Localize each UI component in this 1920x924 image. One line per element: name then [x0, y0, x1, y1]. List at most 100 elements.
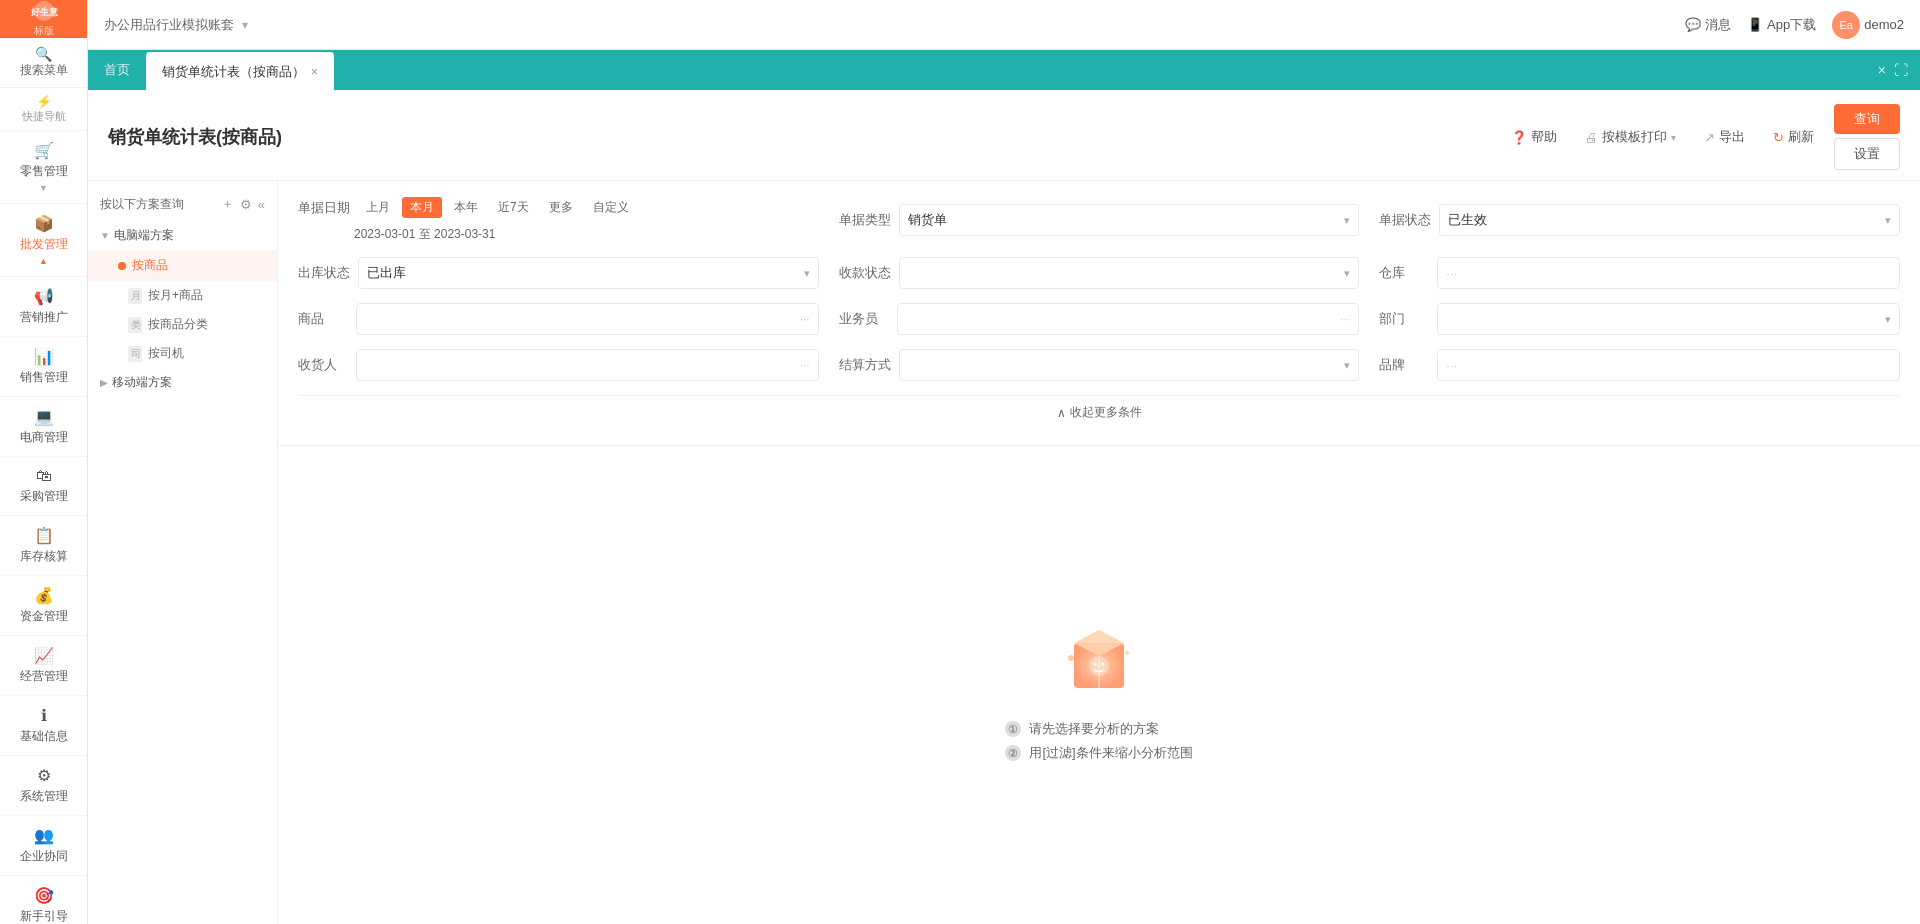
order-status-control[interactable]: 已生效 ▾ [1439, 204, 1900, 236]
svg-point-6 [1094, 663, 1097, 666]
goods-label: 商品 [298, 310, 348, 328]
retail-icon: 🛒 [34, 141, 54, 160]
sidebar-item-base[interactable]: ℹ 基础信息 [0, 696, 87, 756]
base-icon: ℹ [41, 706, 47, 725]
settings-btn[interactable]: 设置 [1834, 138, 1900, 170]
tab-report[interactable]: 销货单统计表（按商品） × [146, 52, 334, 92]
sidebar: 好生意 标版 🔍 搜索菜单 ⚡ 快捷导航 🛒 零售管理 ▼ 📦 批发管理 ▲ 📢… [0, 0, 88, 924]
purchase-label: 采购管理 [20, 488, 68, 505]
sidebar-item-inventory[interactable]: 📋 库存核算 [0, 516, 87, 576]
payment-field: 结算方式 ▾ [839, 349, 1360, 381]
salesman-control[interactable]: ··· [897, 303, 1360, 335]
tab-close-icon[interactable]: × [311, 65, 318, 79]
date-field: 单据日期 上月 本月 本年 近7天 更多 自定义 2023 [298, 197, 819, 243]
export-btn[interactable]: ↗ 导出 [1696, 124, 1753, 150]
query-btn[interactable]: 查询 [1834, 104, 1900, 134]
sidebar-item-collab[interactable]: 👥 企业协同 [0, 816, 87, 876]
page-body: 销货单统计表(按商品) ❓ 帮助 🖨 按模板打印 ▾ ↗ 导出 ↻ 刷新 [88, 90, 1920, 924]
out-status-control[interactable]: 已出库 ▾ [358, 257, 819, 289]
quick-nav[interactable]: ⚡ 快捷导航 [0, 88, 87, 131]
sub-category-icon: 类 [128, 317, 142, 333]
receiver-more-icon[interactable]: ··· [800, 358, 810, 372]
order-status-field: 单据状态 已生效 ▾ [1379, 204, 1900, 236]
tab-home[interactable]: 首页 [88, 50, 146, 90]
brand-subtitle: 标版 [34, 24, 54, 38]
scheme-item-goods-label: 按商品 [132, 257, 168, 274]
date-label: 单据日期 [298, 199, 350, 217]
scheme-panel-title: 按以下方案查询 [100, 196, 184, 213]
receiver-control[interactable]: ··· [356, 349, 819, 381]
collapse-bar[interactable]: ∧ 收起更多条件 [298, 395, 1900, 429]
export-icon: ↗ [1704, 130, 1715, 145]
scheme-sub-driver[interactable]: 司 按司机 [88, 339, 277, 368]
mobile-group-header[interactable]: ▶ 移动端方案 [88, 368, 277, 397]
warehouse-control[interactable]: ··· [1437, 257, 1900, 289]
payment-control[interactable]: ▾ [899, 349, 1360, 381]
filter-row-3: 商品 ··· 业务员 ··· [298, 303, 1900, 335]
scheme-item-goods[interactable]: 按商品 [88, 250, 277, 281]
help-btn[interactable]: ❓ 帮助 [1503, 124, 1565, 150]
user-menu[interactable]: Ea demo2 [1832, 11, 1904, 39]
sidebar-item-operation[interactable]: 📈 经营管理 [0, 636, 87, 696]
order-type-control[interactable]: 销货单 ▾ [899, 204, 1360, 236]
tab-minimize-icon[interactable]: × [1878, 62, 1886, 78]
sidebar-item-guide[interactable]: 🎯 新手引导 [0, 876, 87, 924]
date-tab-custom[interactable]: 自定义 [585, 197, 637, 218]
sidebar-item-ecommerce[interactable]: 💻 电商管理 [0, 397, 87, 457]
sidebar-item-retail[interactable]: 🛒 零售管理 ▼ [0, 131, 87, 204]
app-title: 办公用品行业模拟账套 [104, 16, 234, 34]
retail-expand-icon: ▼ [39, 183, 48, 193]
dept-control[interactable]: ▾ [1437, 303, 1900, 335]
sidebar-item-purchase[interactable]: 🛍 采购管理 [0, 457, 87, 516]
date-tab-7days[interactable]: 近7天 [490, 197, 537, 218]
collect-status-control[interactable]: ▾ [899, 257, 1360, 289]
sidebar-item-marketing[interactable]: 📢 营销推广 [0, 277, 87, 337]
scheme-sub-category[interactable]: 类 按商品分类 [88, 310, 277, 339]
order-status-label: 单据状态 [1379, 211, 1431, 229]
tab-bar: 首页 销货单统计表（按商品） × × ⛶ [88, 50, 1920, 90]
receiver-field: 收货人 ··· [298, 349, 819, 381]
help-icon: ❓ [1511, 130, 1527, 145]
pc-group-header[interactable]: ▼ 电脑端方案 [88, 221, 277, 250]
config-scheme-icon[interactable]: ⚙ [240, 197, 252, 212]
sidebar-item-system[interactable]: ⚙ 系统管理 [0, 756, 87, 816]
message-btn[interactable]: 💬 消息 [1685, 16, 1731, 34]
salesman-more-icon[interactable]: ··· [1340, 312, 1350, 326]
filter-row-4: 收货人 ··· 结算方式 ▾ [298, 349, 1900, 381]
operation-icon: 📈 [34, 646, 54, 665]
goods-control[interactable]: ··· [356, 303, 819, 335]
sidebar-item-sales[interactable]: 📊 销售管理 [0, 337, 87, 397]
dept-field: 部门 ▾ [1379, 303, 1900, 335]
refresh-btn[interactable]: ↻ 刷新 [1765, 124, 1822, 150]
sidebar-item-wholesale[interactable]: 📦 批发管理 ▲ [0, 204, 87, 277]
goods-more-icon[interactable]: ··· [800, 312, 810, 326]
search-menu[interactable]: 🔍 搜索菜单 [0, 38, 87, 88]
svg-point-7 [1102, 663, 1105, 666]
payment-dropdown-icon: ▾ [1344, 359, 1350, 372]
refresh-label: 刷新 [1788, 128, 1814, 146]
order-status-value: 已生效 [1448, 211, 1881, 229]
brand-control[interactable]: ··· [1437, 349, 1900, 381]
wholesale-expand-icon: ▲ [39, 256, 48, 266]
tip1-num: ① [1005, 721, 1021, 737]
collapse-scheme-icon[interactable]: « [258, 197, 265, 212]
scheme-sub-month-goods[interactable]: 月 按月+商品 [88, 281, 277, 310]
mobile-group-label: 移动端方案 [112, 374, 172, 391]
add-scheme-icon[interactable]: ＋ [221, 195, 234, 213]
date-tab-this-year[interactable]: 本年 [446, 197, 486, 218]
app-download-btn[interactable]: 📱 App下载 [1747, 16, 1816, 34]
sidebar-item-finance[interactable]: 💰 资金管理 [0, 576, 87, 636]
app-title-dropdown-icon[interactable]: ▾ [242, 18, 248, 32]
order-type-value: 销货单 [908, 211, 1341, 229]
salesman-label: 业务员 [839, 310, 889, 328]
tip1-text: 请先选择要分析的方案 [1029, 720, 1159, 738]
tab-maximize-icon[interactable]: ⛶ [1894, 62, 1908, 78]
print-btn[interactable]: 🖨 按模板打印 ▾ [1577, 124, 1684, 150]
brand-label: 品牌 [1379, 356, 1429, 374]
date-tabs: 上月 本月 本年 近7天 更多 自定义 [358, 197, 637, 218]
quick-nav-label: 快捷导航 [8, 109, 79, 124]
scheme-panel: 按以下方案查询 ＋ ⚙ « ▼ 电脑端方案 按商品 [88, 181, 278, 924]
date-tab-more[interactable]: 更多 [541, 197, 581, 218]
date-tab-this-month[interactable]: 本月 [402, 197, 442, 218]
date-tab-last-month[interactable]: 上月 [358, 197, 398, 218]
